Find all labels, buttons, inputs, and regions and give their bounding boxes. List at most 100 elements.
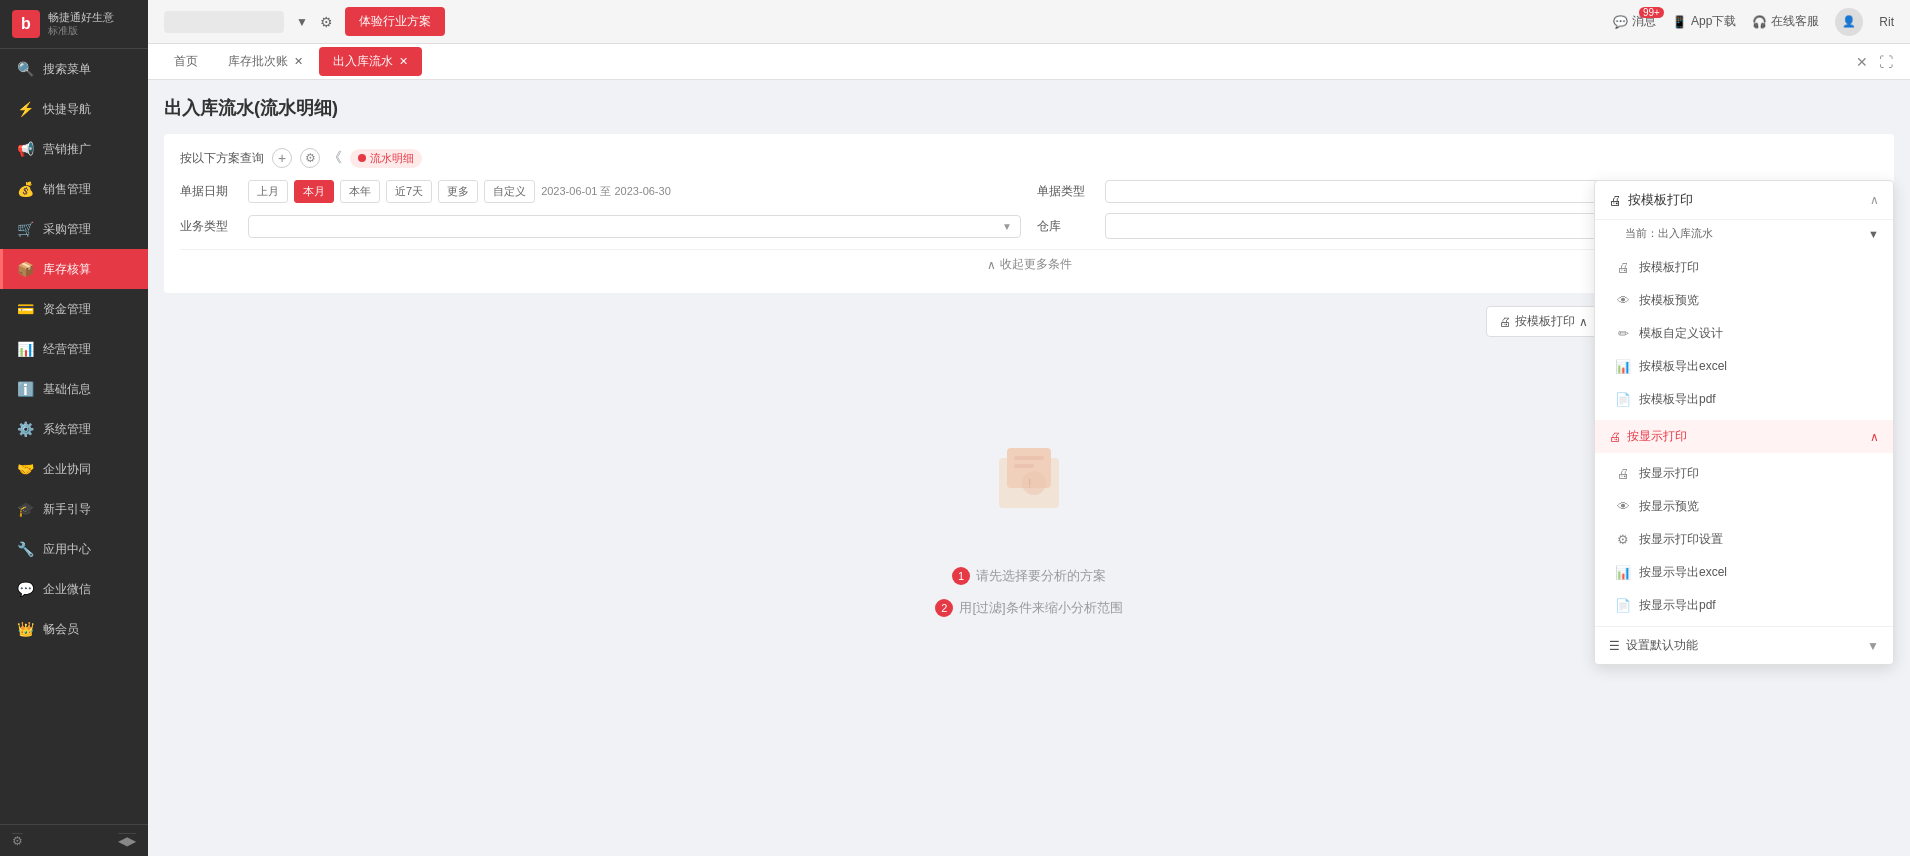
sidebar-item-search[interactable]: 🔍 搜索菜单 xyxy=(0,49,148,89)
default-icon: ☰ xyxy=(1609,639,1620,653)
svg-text:!: ! xyxy=(1028,477,1031,491)
topbar: ▼ ⚙ 体验行业方案 💬 消息 99+ 📱 App下载 🎧 在线客服 👤 Rit xyxy=(148,0,1910,44)
preview-icon: 👁 xyxy=(1615,293,1631,309)
display-preview-item[interactable]: 👁 按显示预览 xyxy=(1595,490,1893,523)
biz-type-select[interactable]: ▼ xyxy=(248,215,1021,238)
tab-home[interactable]: 首页 xyxy=(160,47,212,76)
close-tab-inventory[interactable]: ✕ xyxy=(294,55,303,68)
display-print-item[interactable]: 🖨 按显示打印 xyxy=(1595,457,1893,490)
tab-inventory-batch[interactable]: 库存批次账 ✕ xyxy=(214,47,317,76)
quick-nav-icon: ⚡ xyxy=(15,99,35,119)
display-print-icon: 🖨 xyxy=(1615,466,1631,482)
query-add-btn[interactable]: + xyxy=(272,148,292,168)
template-section: 🖨 按模板打印 👁 按模板预览 ✏ 模板自定义设计 📊 按模板导出excel 📄 xyxy=(1595,247,1893,420)
query-header: 按以下方案查询 + ⚙ 《 流水明细 xyxy=(180,148,1878,168)
sidebar-item-apps[interactable]: 🔧 应用中心 xyxy=(0,529,148,569)
msg-icon: 💬 xyxy=(1613,15,1628,29)
template-design-item[interactable]: ✏ 模板自定义设计 xyxy=(1595,317,1893,350)
date-btn-this-year[interactable]: 本年 xyxy=(340,180,380,203)
sidebar-collapse-btn[interactable]: ◀▶ xyxy=(118,833,136,848)
sidebar: b 畅捷通好生意 标准版 🔍 搜索菜单 ⚡ 快捷导航 📢 营销推广 💰 销售管理… xyxy=(0,0,148,856)
msg-btn[interactable]: 💬 消息 99+ xyxy=(1613,13,1656,30)
topbar-right: 💬 消息 99+ 📱 App下载 🎧 在线客服 👤 Rit xyxy=(1613,8,1894,36)
query-collapse-btn[interactable]: 《 xyxy=(328,149,342,167)
current-arrow-icon: ▼ xyxy=(1868,228,1879,240)
search-input[interactable] xyxy=(164,11,284,33)
sidebar-item-inventory[interactable]: 📦 库存核算 xyxy=(0,249,148,289)
topbar-dropdown-btn[interactable]: ▼ xyxy=(296,15,308,29)
default-label: 设置默认功能 xyxy=(1626,637,1698,654)
sidebar-item-label: 基础信息 xyxy=(43,381,91,398)
display-settings-label: 按显示打印设置 xyxy=(1639,531,1723,548)
empty-step1-label: 请先选择要分析的方案 xyxy=(976,567,1106,585)
display-settings-item[interactable]: ⚙ 按显示打印设置 xyxy=(1595,523,1893,556)
template-export-pdf-item[interactable]: 📄 按模板导出pdf xyxy=(1595,383,1893,416)
svg-rect-3 xyxy=(1014,464,1034,468)
close-tab-flow[interactable]: ✕ xyxy=(399,55,408,68)
filter-tag-label: 流水明细 xyxy=(370,151,414,166)
chevron-up-icon: ∧ xyxy=(1579,315,1588,329)
sidebar-item-finance[interactable]: 💳 资金管理 xyxy=(0,289,148,329)
topbar-gear-btn[interactable]: ⚙ xyxy=(320,14,333,30)
default-section[interactable]: ☰ 设置默认功能 ▼ xyxy=(1595,626,1893,664)
query-settings-btn[interactable]: ⚙ xyxy=(300,148,320,168)
inventory-icon: 📦 xyxy=(15,259,35,279)
template-print-btn[interactable]: 🖨 按模板打印 ∧ xyxy=(1486,306,1601,337)
template-export-excel-item[interactable]: 📊 按模板导出excel xyxy=(1595,350,1893,383)
avatar[interactable]: 👤 xyxy=(1835,8,1863,36)
industry-btn[interactable]: 体验行业方案 xyxy=(345,7,445,36)
online-service-btn[interactable]: 🎧 在线客服 xyxy=(1752,13,1819,30)
biz-type-field: 业务类型 ▼ xyxy=(180,215,1021,238)
maximize-window-btn[interactable]: ⛶ xyxy=(1874,50,1898,74)
close-window-btn[interactable]: ✕ xyxy=(1850,50,1874,74)
sidebar-item-basic[interactable]: ℹ️ 基础信息 xyxy=(0,369,148,409)
app-download-btn[interactable]: 📱 App下载 xyxy=(1672,13,1736,30)
sidebar-item-wechat[interactable]: 💬 企业微信 xyxy=(0,569,148,609)
sidebar-item-label: 采购管理 xyxy=(43,221,91,238)
date-field: 单据日期 上月 本月 本年 近7天 更多 自定义 2023-06-01 至 20… xyxy=(180,180,1021,203)
printer-icon-2: 🖨 xyxy=(1609,193,1622,208)
display-section-header[interactable]: 🖨 按显示打印 ∧ xyxy=(1595,420,1893,453)
sidebar-item-label: 企业微信 xyxy=(43,581,91,598)
sidebar-item-operations[interactable]: 📊 经营管理 xyxy=(0,329,148,369)
display-printer-icon: 🖨 xyxy=(1609,430,1621,444)
printer-icon: 🖨 xyxy=(1499,315,1511,329)
display-pdf-label: 按显示导出pdf xyxy=(1639,597,1716,614)
sidebar-item-guide[interactable]: 🎓 新手引导 xyxy=(0,489,148,529)
sidebar-item-marketing[interactable]: 📢 营销推广 xyxy=(0,129,148,169)
wechat-icon: 💬 xyxy=(15,579,35,599)
sidebar-item-purchase[interactable]: 🛒 采购管理 xyxy=(0,209,148,249)
display-excel-item[interactable]: 📊 按显示导出excel xyxy=(1595,556,1893,589)
template-preview-item[interactable]: 👁 按模板预览 xyxy=(1595,284,1893,317)
basic-info-icon: ℹ️ xyxy=(15,379,35,399)
dropdown-title-label: 按模板打印 xyxy=(1628,191,1693,209)
sidebar-item-member[interactable]: 👑 畅会员 xyxy=(0,609,148,649)
display-print-label: 按显示打印 xyxy=(1639,465,1699,482)
empty-step2-label: 用[过滤]条件来缩小分析范围 xyxy=(959,599,1122,617)
svg-rect-2 xyxy=(1014,456,1044,460)
tab-stock-flow[interactable]: 出入库流水 ✕ xyxy=(319,47,422,76)
display-pdf-item[interactable]: 📄 按显示导出pdf xyxy=(1595,589,1893,622)
date-btn-more[interactable]: 更多 xyxy=(438,180,478,203)
sidebar-settings-btn[interactable]: ⚙ xyxy=(12,833,23,848)
filter-tag[interactable]: 流水明细 xyxy=(350,149,422,168)
username-label[interactable]: Rit xyxy=(1879,15,1894,29)
template-print-item[interactable]: 🖨 按模板打印 xyxy=(1595,251,1893,284)
page-body: 出入库流水(流水明细) 按以下方案查询 + ⚙ 《 流水明细 单据日期 上月 本… xyxy=(148,80,1910,856)
date-btn-7days[interactable]: 近7天 xyxy=(386,180,432,203)
sidebar-item-label: 新手引导 xyxy=(43,501,91,518)
sidebar-item-quick[interactable]: ⚡ 快捷导航 xyxy=(0,89,148,129)
dropdown-panel-header[interactable]: 🖨 按模板打印 ∧ xyxy=(1595,181,1893,220)
app-label: App下载 xyxy=(1691,13,1736,30)
sidebar-item-sales[interactable]: 💰 销售管理 xyxy=(0,169,148,209)
dropdown-title: 🖨 按模板打印 xyxy=(1609,191,1693,209)
member-icon: 👑 xyxy=(15,619,35,639)
sidebar-item-collab[interactable]: 🤝 企业协同 xyxy=(0,449,148,489)
sidebar-item-system[interactable]: ⚙️ 系统管理 xyxy=(0,409,148,449)
excel-icon: 📊 xyxy=(1615,359,1631,375)
sidebar-item-label: 搜索菜单 xyxy=(43,61,91,78)
date-btn-custom[interactable]: 自定义 xyxy=(484,180,535,203)
app-edition: 标准版 xyxy=(48,24,114,38)
date-btn-this-month[interactable]: 本月 xyxy=(294,180,334,203)
date-btn-last-month[interactable]: 上月 xyxy=(248,180,288,203)
